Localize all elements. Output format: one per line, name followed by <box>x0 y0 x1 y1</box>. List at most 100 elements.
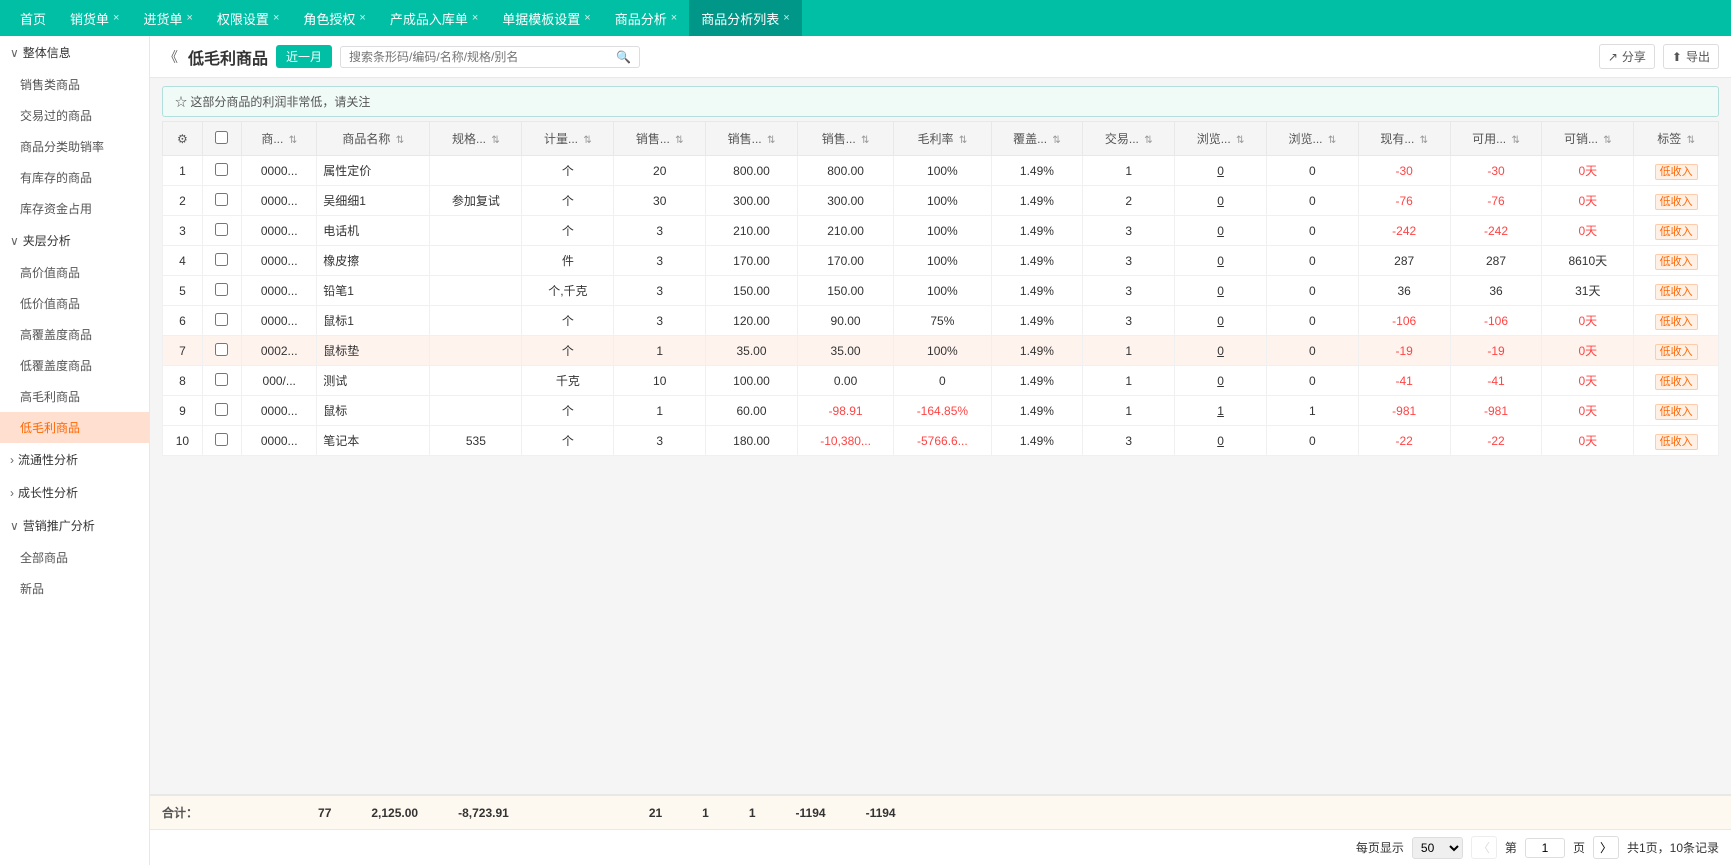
th-current-stock[interactable]: 现有... ⇅ <box>1358 122 1450 156</box>
cell-checkbox[interactable] <box>202 156 241 186</box>
cell-view1[interactable]: 0 <box>1175 276 1267 306</box>
sidebar-item-high-margin[interactable]: 高毛利商品 <box>0 381 149 412</box>
th-tag[interactable]: 标签 ⇅ <box>1634 122 1719 156</box>
th-settings[interactable]: ⚙ <box>163 122 203 156</box>
nav-product-storage-close[interactable]: × <box>472 12 478 24</box>
select-all-checkbox[interactable] <box>215 131 228 144</box>
row-checkbox[interactable] <box>215 433 228 446</box>
row-checkbox[interactable] <box>215 193 228 206</box>
sidebar-item-traded-products[interactable]: 交易过的商品 <box>0 100 149 131</box>
th-spec[interactable]: 规格... ⇅ <box>430 122 522 156</box>
sidebar-item-low-coverage[interactable]: 低覆盖度商品 <box>0 350 149 381</box>
th-available[interactable]: 可用... ⇅ <box>1450 122 1542 156</box>
page-input[interactable] <box>1525 838 1565 858</box>
cell-checkbox[interactable] <box>202 186 241 216</box>
sidebar-item-stock-funds[interactable]: 库存资金占用 <box>0 193 149 224</box>
sidebar-collapse-btn[interactable]: 《 <box>162 45 180 69</box>
table-row: 7 0002... 鼠标垫 个 1 35.00 35.00 100% 1.49%… <box>163 336 1719 366</box>
footer-available: -1194 <box>796 806 826 820</box>
th-saleable[interactable]: 可销... ⇅ <box>1542 122 1634 156</box>
cell-view1[interactable]: 0 <box>1175 216 1267 246</box>
prev-page-btn[interactable]: 〈 <box>1471 836 1497 859</box>
nav-product-storage[interactable]: 产成品入库单 × <box>378 0 490 36</box>
sidebar-item-low-value[interactable]: 低价值商品 <box>0 288 149 319</box>
row-checkbox[interactable] <box>215 163 228 176</box>
search-icon[interactable]: 🔍 <box>616 50 631 64</box>
sidebar-group-overall[interactable]: ∨ 整体信息 <box>0 36 149 69</box>
sidebar-group-growth[interactable]: › 成长性分析 <box>0 476 149 509</box>
cell-view1[interactable]: 0 <box>1175 306 1267 336</box>
row-checkbox[interactable] <box>215 283 228 296</box>
row-checkbox[interactable] <box>215 373 228 386</box>
cell-checkbox[interactable] <box>202 396 241 426</box>
cell-view1[interactable]: 0 <box>1175 426 1267 456</box>
th-trade[interactable]: 交易... ⇅ <box>1083 122 1175 156</box>
next-page-btn[interactable]: 〉 <box>1593 836 1619 859</box>
nav-template[interactable]: 单据模板设置 × <box>490 0 602 36</box>
nav-product-analysis-list-close[interactable]: × <box>783 12 789 24</box>
sidebar-item-stock-products[interactable]: 有库存的商品 <box>0 162 149 193</box>
th-view1[interactable]: 浏览... ⇅ <box>1175 122 1267 156</box>
th-gross-margin[interactable]: 毛利率 ⇅ <box>894 122 991 156</box>
cell-checkbox[interactable] <box>202 366 241 396</box>
share-label: 分享 <box>1622 48 1646 65</box>
row-checkbox[interactable] <box>215 253 228 266</box>
th-unit[interactable]: 计量... ⇅ <box>522 122 614 156</box>
cell-checkbox[interactable] <box>202 306 241 336</box>
per-page-select[interactable]: 50 100 200 <box>1412 837 1463 859</box>
nav-template-close[interactable]: × <box>584 12 590 24</box>
cell-checkbox[interactable] <box>202 216 241 246</box>
sidebar-item-category-sales-rate[interactable]: 商品分类助销率 <box>0 131 149 162</box>
nav-sales-close[interactable]: × <box>113 12 119 24</box>
cell-view1[interactable]: 0 <box>1175 246 1267 276</box>
cell-checkbox[interactable] <box>202 336 241 366</box>
cell-view1[interactable]: 1 <box>1175 396 1267 426</box>
cell-view1[interactable]: 0 <box>1175 336 1267 366</box>
sidebar-item-new-products[interactable]: 新品 <box>0 573 149 604</box>
nav-product-analysis[interactable]: 商品分析 × <box>603 0 689 36</box>
export-btn[interactable]: ⬆ 导出 <box>1663 44 1719 69</box>
nav-home[interactable]: 首页 <box>8 0 58 36</box>
nav-product-analysis-list[interactable]: 商品分析列表 × <box>689 0 801 36</box>
nav-purchase[interactable]: 进货单 × <box>131 0 204 36</box>
share-btn[interactable]: ↗ 分享 <box>1599 44 1655 69</box>
th-name[interactable]: 商品名称 ⇅ <box>317 122 430 156</box>
th-sales-amount[interactable]: 销售... ⇅ <box>797 122 893 156</box>
nav-permission[interactable]: 权限设置 × <box>205 0 291 36</box>
sidebar-item-low-margin[interactable]: 低毛利商品 <box>0 412 149 443</box>
th-code[interactable]: 商... ⇅ <box>242 122 317 156</box>
nav-role-close[interactable]: × <box>359 12 365 24</box>
sidebar-item-high-coverage[interactable]: 高覆盖度商品 <box>0 319 149 350</box>
row-checkbox[interactable] <box>215 343 228 356</box>
sidebar-group-liquidity[interactable]: › 流通性分析 <box>0 443 149 476</box>
nav-role[interactable]: 角色授权 × <box>291 0 377 36</box>
search-input[interactable] <box>349 50 616 64</box>
row-checkbox[interactable] <box>215 313 228 326</box>
th-coverage[interactable]: 覆盖... ⇅ <box>991 122 1083 156</box>
filter-recent-month-btn[interactable]: 近一月 <box>276 45 332 68</box>
sidebar-item-high-value[interactable]: 高价值商品 <box>0 257 149 288</box>
th-checkbox[interactable] <box>202 122 241 156</box>
cell-gross-margin: 100% <box>894 216 991 246</box>
cell-checkbox[interactable] <box>202 426 241 456</box>
row-checkbox[interactable] <box>215 403 228 416</box>
sidebar-item-sales-products[interactable]: 销售类商品 <box>0 69 149 100</box>
nav-permission-close[interactable]: × <box>273 12 279 24</box>
cell-checkbox[interactable] <box>202 246 241 276</box>
row-checkbox[interactable] <box>215 223 228 236</box>
sidebar-group-sandwich[interactable]: ∨ 夹层分析 <box>0 224 149 257</box>
th-sales-qty[interactable]: 销售... ⇅ <box>614 122 706 156</box>
cell-available: -19 <box>1450 336 1542 366</box>
cell-current-stock: -106 <box>1358 306 1450 336</box>
cell-view1[interactable]: 0 <box>1175 186 1267 216</box>
sidebar-group-marketing[interactable]: ∨ 营销推广分析 <box>0 509 149 542</box>
cell-view1[interactable]: 0 <box>1175 366 1267 396</box>
sidebar-item-all-products[interactable]: 全部商品 <box>0 542 149 573</box>
nav-product-analysis-close[interactable]: × <box>671 12 677 24</box>
nav-purchase-close[interactable]: × <box>186 12 192 24</box>
th-sales-price[interactable]: 销售... ⇅ <box>706 122 798 156</box>
nav-sales[interactable]: 销货单 × <box>58 0 131 36</box>
cell-view1[interactable]: 0 <box>1175 156 1267 186</box>
th-view2[interactable]: 浏览... ⇅ <box>1266 122 1358 156</box>
cell-checkbox[interactable] <box>202 276 241 306</box>
